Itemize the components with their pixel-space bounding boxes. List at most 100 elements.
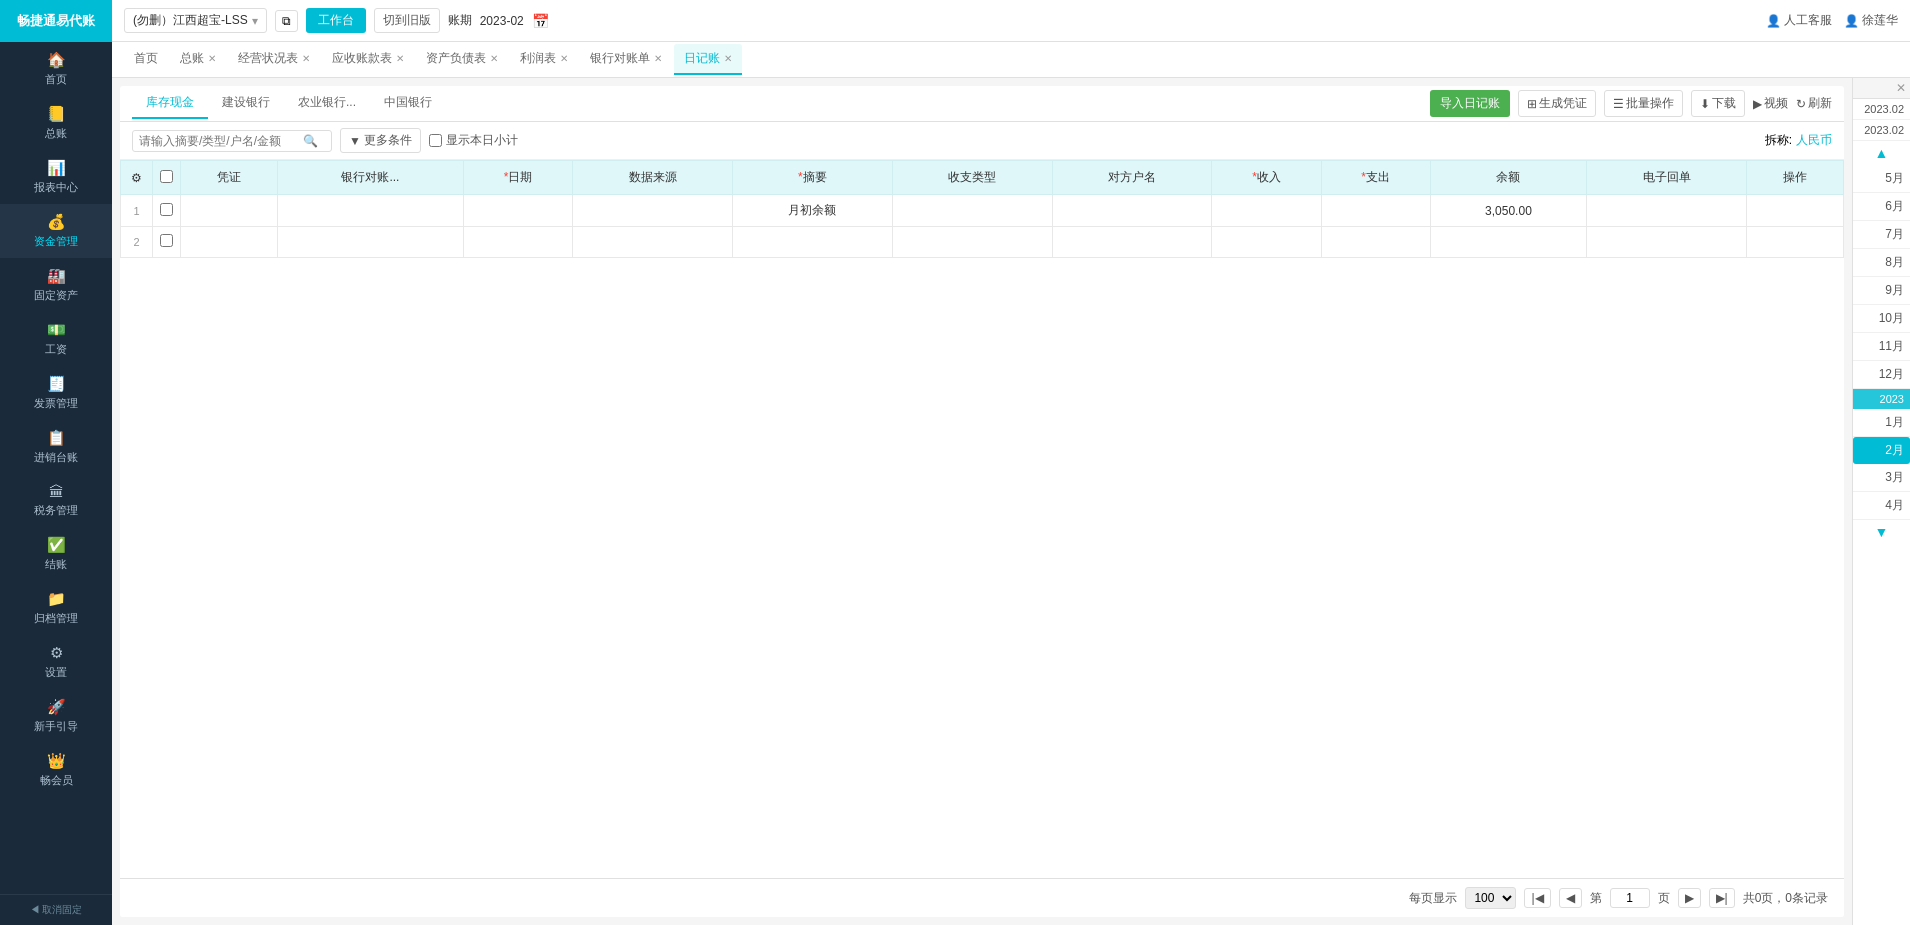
last-page-button[interactable]: ▶|: [1709, 888, 1735, 908]
sidebar-unpin[interactable]: ◀ 取消固定: [0, 894, 112, 925]
row-balance: [1430, 227, 1586, 258]
month-item-11[interactable]: 11月: [1853, 333, 1910, 361]
prev-page-button[interactable]: ◀: [1559, 888, 1582, 908]
calendar-icon[interactable]: 📅: [532, 13, 549, 29]
month-item-8[interactable]: 8月: [1853, 249, 1910, 277]
row-select-checkbox[interactable]: [160, 234, 173, 247]
close-icon[interactable]: ✕: [724, 53, 732, 64]
col-data-source: 数据来源: [573, 161, 733, 195]
video-btn[interactable]: ▶ 视频: [1753, 95, 1788, 112]
filter-button[interactable]: ▼ 更多条件: [340, 128, 421, 153]
tab-receivables[interactable]: 应收账款表 ✕: [322, 44, 414, 75]
show-daily-checkbox[interactable]: [429, 134, 442, 147]
gear-icon[interactable]: ⚙: [131, 171, 142, 185]
search-input[interactable]: [139, 134, 299, 148]
sidebar-item-label: 资金管理: [34, 234, 78, 249]
col-date: *日期: [463, 161, 572, 195]
row-counterpart: [1052, 227, 1212, 258]
tab-general-ledger[interactable]: 总账 ✕: [170, 44, 226, 75]
col-bank-reconcile: 银行对账...: [277, 161, 463, 195]
month-item-1[interactable]: 1月: [1853, 409, 1910, 437]
scroll-up-btn[interactable]: ▲: [1853, 141, 1910, 165]
month-item-10[interactable]: 10月: [1853, 305, 1910, 333]
refresh-btn[interactable]: ↻ 刷新: [1796, 95, 1832, 112]
search-toolbar: 🔍 ▼ 更多条件 显示本日小计 拆称: 人民币: [120, 122, 1844, 160]
customer-service-btn[interactable]: 👤 人工客服: [1766, 12, 1832, 29]
close-icon[interactable]: ✕: [302, 53, 310, 64]
month-item-7[interactable]: 7月: [1853, 221, 1910, 249]
close-icon[interactable]: ✕: [396, 53, 404, 64]
date-item[interactable]: 2023.02: [1853, 120, 1910, 141]
close-panel-icon[interactable]: ✕: [1896, 81, 1906, 95]
close-icon[interactable]: ✕: [208, 53, 216, 64]
month-item-12[interactable]: 12月: [1853, 361, 1910, 389]
company-selector[interactable]: (勿删）江西超宝-LSS ▾: [124, 8, 267, 33]
per-page-select[interactable]: 50 100 200: [1465, 887, 1516, 909]
bank-tab-china[interactable]: 中国银行: [370, 88, 446, 119]
month-item-4[interactable]: 4月: [1853, 492, 1910, 520]
close-icon[interactable]: ✕: [560, 53, 568, 64]
bank-tabs-bar: 库存现金 建设银行 农业银行... 中国银行 导入日记账 ⊞ 生成凭证 ☰ 批量…: [120, 86, 1844, 122]
row-summary: 月初余额: [732, 195, 892, 227]
show-daily-checkbox-label[interactable]: 显示本日小计: [429, 132, 518, 149]
date-panel: ✕ 2023.02 2023.02 ▲ 5月 6月 7月 8月 9月 10月 1…: [1852, 78, 1910, 925]
sidebar-item-funds[interactable]: 💰 资金管理: [0, 204, 112, 258]
close-icon[interactable]: ✕: [654, 53, 662, 64]
workspace-button[interactable]: 工作台: [306, 8, 366, 33]
col-counterpart: 对方户名: [1052, 161, 1212, 195]
copy-button[interactable]: ⧉: [275, 10, 298, 32]
sidebar-item-assets[interactable]: 🏭 固定资产: [0, 258, 112, 312]
sidebar-item-member[interactable]: 👑 畅会员: [0, 743, 112, 797]
currency-value[interactable]: 人民币: [1796, 132, 1832, 149]
row-select-checkbox[interactable]: [160, 203, 173, 216]
close-icon[interactable]: ✕: [490, 53, 498, 64]
month-item-3[interactable]: 3月: [1853, 464, 1910, 492]
date-item[interactable]: 2023.02: [1853, 99, 1910, 120]
month-item-5[interactable]: 5月: [1853, 165, 1910, 193]
scroll-down-btn[interactable]: ▼: [1853, 520, 1910, 544]
download-button[interactable]: ⬇ 下载: [1691, 90, 1745, 117]
row-bank-reconcile: [277, 195, 463, 227]
sidebar-item-ledger[interactable]: 📒 总账: [0, 96, 112, 150]
generate-voucher-button[interactable]: ⊞ 生成凭证: [1518, 90, 1596, 117]
user-profile[interactable]: 👤 徐莲华: [1844, 12, 1898, 29]
sidebar-item-home[interactable]: 🏠 首页: [0, 42, 112, 96]
month-item-9[interactable]: 9月: [1853, 277, 1910, 305]
sidebar-item-purchase-sales[interactable]: 📋 进销台账: [0, 420, 112, 474]
first-page-button[interactable]: |◀: [1524, 888, 1550, 908]
month-item-2-active[interactable]: 2月: [1853, 437, 1910, 464]
page-number-input[interactable]: [1610, 888, 1650, 908]
tab-profit[interactable]: 利润表 ✕: [510, 44, 578, 75]
voucher-icon: ⊞: [1527, 97, 1537, 111]
bank-tab-cash[interactable]: 库存现金: [132, 88, 208, 119]
bank-tab-construction[interactable]: 建设银行: [208, 88, 284, 119]
select-all-checkbox[interactable]: [160, 170, 173, 183]
old-version-button[interactable]: 切到旧版: [374, 8, 440, 33]
sidebar-item-guide[interactable]: 🚀 新手引导: [0, 689, 112, 743]
bank-tab-agriculture[interactable]: 农业银行...: [284, 88, 370, 119]
sidebar-item-close-period[interactable]: ✅ 结账: [0, 527, 112, 581]
import-journal-button[interactable]: 导入日记账: [1430, 90, 1510, 117]
sidebar-item-reports[interactable]: 📊 报表中心: [0, 150, 112, 204]
sidebar-item-invoice[interactable]: 🧾 发票管理: [0, 366, 112, 420]
salary-icon: 💵: [47, 321, 66, 339]
sidebar-item-settings[interactable]: ⚙ 设置: [0, 635, 112, 689]
month-item-6[interactable]: 6月: [1853, 193, 1910, 221]
row-num: 2: [121, 227, 153, 258]
currency-label: 拆称:: [1765, 132, 1792, 149]
row-expense: [1321, 195, 1430, 227]
toolbar-right-group: 导入日记账 ⊞ 生成凭证 ☰ 批量操作 ⬇ 下载 ▶: [1430, 90, 1832, 117]
next-page-button[interactable]: ▶: [1678, 888, 1701, 908]
sidebar-item-salary[interactable]: 💵 工资: [0, 312, 112, 366]
tab-home[interactable]: 首页: [124, 44, 168, 75]
tab-operations[interactable]: 经营状况表 ✕: [228, 44, 320, 75]
tab-journal[interactable]: 日记账 ✕: [674, 44, 742, 75]
search-icon[interactable]: 🔍: [303, 134, 318, 148]
tab-balance-sheet[interactable]: 资产负债表 ✕: [416, 44, 508, 75]
batch-operation-button[interactable]: ☰ 批量操作: [1604, 90, 1683, 117]
tab-bank-statement[interactable]: 银行对账单 ✕: [580, 44, 672, 75]
sidebar-item-tax[interactable]: 🏛 税务管理: [0, 474, 112, 527]
sidebar-item-archive[interactable]: 📁 归档管理: [0, 581, 112, 635]
chevron-down-icon: ▾: [252, 14, 258, 28]
row-balance: 3,050.00: [1430, 195, 1586, 227]
